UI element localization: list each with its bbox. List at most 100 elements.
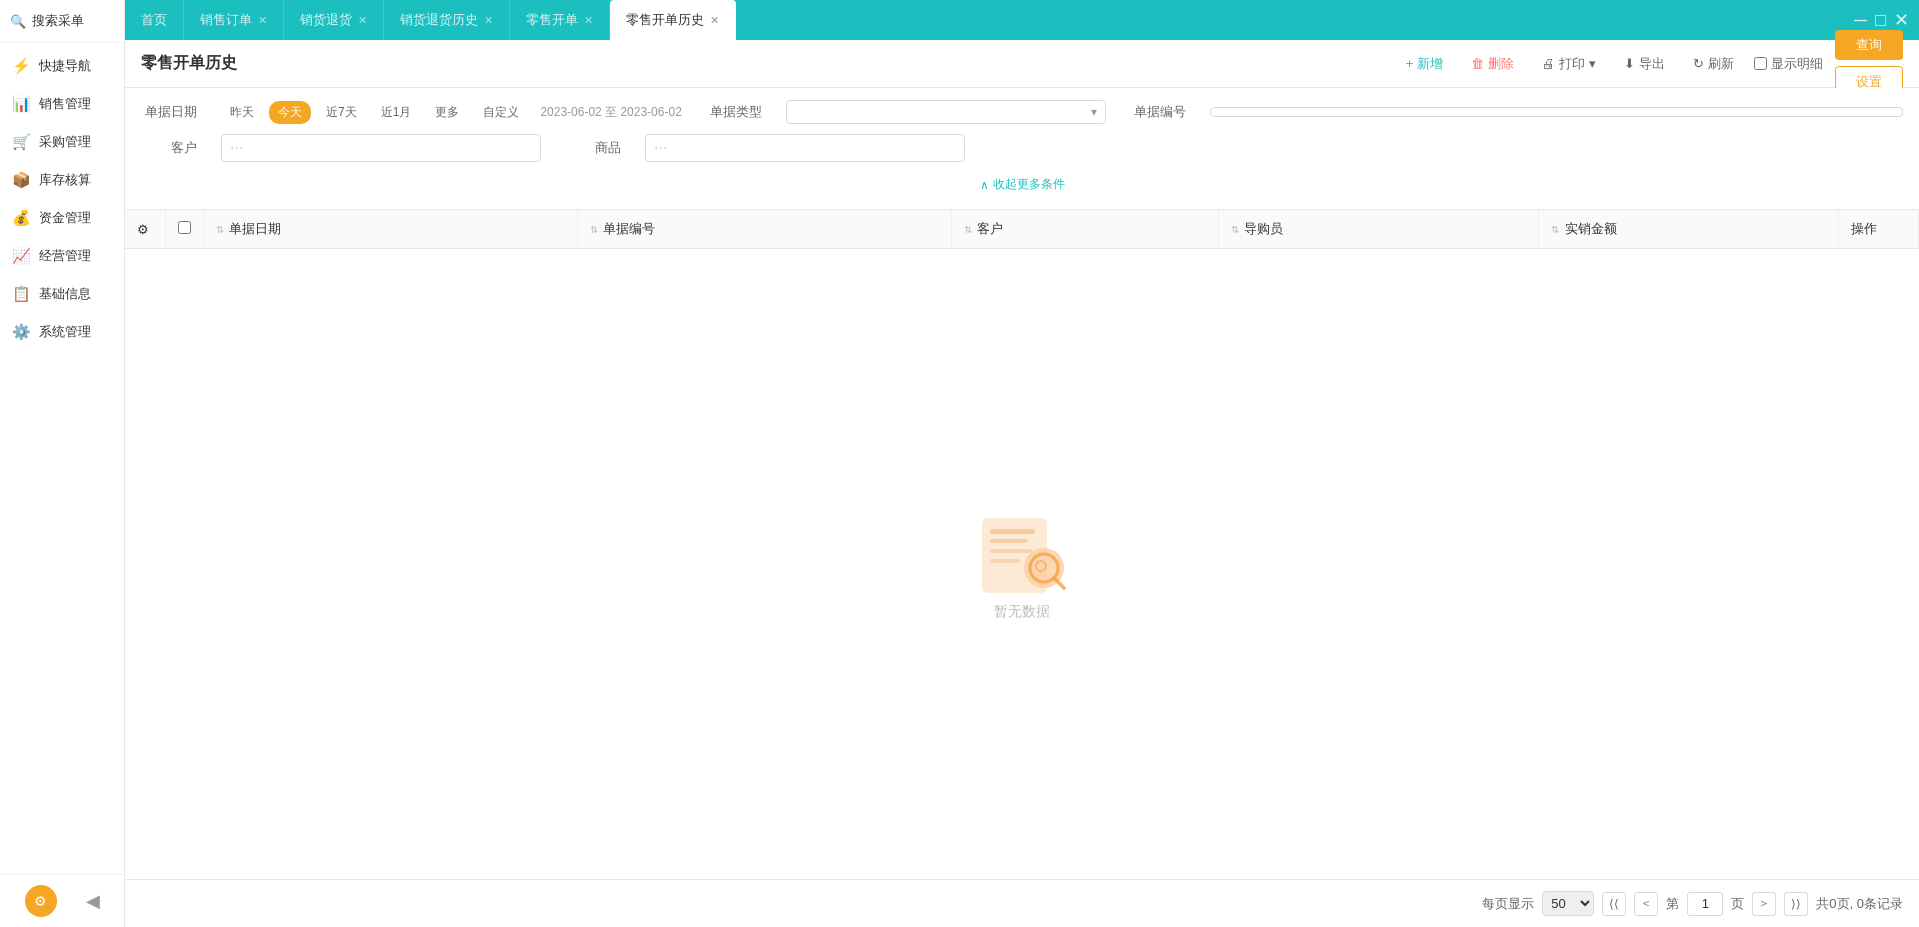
print-chevron-icon: ▾	[1589, 56, 1596, 71]
print-button-label: 打印	[1559, 55, 1585, 73]
empty-text: 暂无数据	[994, 603, 1050, 621]
prev-page-button[interactable]: ＜	[1634, 892, 1658, 916]
delete-icon: 🗑	[1471, 56, 1484, 71]
tab-sales-order-close[interactable]: ✕	[258, 14, 267, 27]
date-btn-7days[interactable]: 近7天	[317, 101, 366, 124]
tab-retail-open-history-close[interactable]: ✕	[710, 14, 719, 27]
per-page-select[interactable]: 50 100 200	[1542, 891, 1594, 916]
date-btn-1month[interactable]: 近1月	[372, 101, 421, 124]
query-button[interactable]: 查询	[1835, 30, 1903, 60]
th-amount[interactable]: ⇅ 实销金额	[1539, 210, 1839, 249]
main-content: 首页 销售订单 ✕ 销货退货 ✕ 销货退货历史 ✕ 零售开单 ✕ 零售开单历史 …	[125, 0, 1919, 927]
th-check[interactable]	[165, 210, 203, 249]
sales-icon: 📊	[12, 95, 31, 113]
tab-sales-return-close[interactable]: ✕	[358, 14, 367, 27]
doc-no-input[interactable]	[1210, 107, 1903, 117]
sidebar: 🔍 搜索采单 ⚡ 快捷导航 📊 销售管理 🛒 采购管理 📦 库存核算 💰 资金管…	[0, 0, 125, 927]
tabbar-window-controls: ─ □ ✕	[1854, 9, 1919, 31]
tab-retail-open-close[interactable]: ✕	[584, 14, 593, 27]
date-btn-more[interactable]: 更多	[426, 101, 468, 124]
system-icon: ⚙️	[12, 323, 31, 341]
tab-sales-return-history[interactable]: 销货退货历史 ✕	[384, 0, 510, 40]
delete-button[interactable]: 🗑 删除	[1463, 51, 1522, 77]
tab-sales-return-label: 销货退货	[300, 11, 352, 29]
empty-illustration	[962, 503, 1082, 603]
doc-no-label: 单据编号	[1130, 103, 1186, 121]
sidebar-item-label: 基础信息	[39, 285, 91, 303]
th-amount-label: 实销金额	[1565, 221, 1617, 236]
sort-amount-icon: ⇅	[1551, 224, 1559, 235]
sidebar-item-label: 采购管理	[39, 133, 91, 151]
tab-retail-open-history[interactable]: 零售开单历史 ✕	[610, 0, 736, 40]
th-config[interactable]: ⚙	[125, 210, 165, 249]
sidebar-item-purchase-mgmt[interactable]: 🛒 采购管理	[0, 123, 124, 161]
select-all-checkbox[interactable]	[178, 221, 191, 234]
date-btn-custom[interactable]: 自定义	[474, 101, 528, 124]
sidebar-item-sales-mgmt[interactable]: 📊 销售管理	[0, 85, 124, 123]
goods-input[interactable]: ···	[645, 134, 965, 162]
per-page-label: 每页显示	[1482, 895, 1534, 913]
add-button[interactable]: + 新增	[1398, 51, 1451, 77]
quick-nav-icon: ⚡	[12, 57, 31, 75]
th-no[interactable]: ⇅ 单据编号	[577, 210, 951, 249]
tab-sales-return[interactable]: 销货退货 ✕	[284, 0, 384, 40]
page-number-input[interactable]: 1	[1687, 892, 1723, 916]
sidebar-item-inventory[interactable]: 📦 库存核算	[0, 161, 124, 199]
th-date[interactable]: ⇅ 单据日期	[203, 210, 577, 249]
th-guide-label: 导购员	[1244, 221, 1283, 236]
sidebar-item-finance[interactable]: 💰 资金管理	[0, 199, 124, 237]
th-customer-label: 客户	[977, 221, 1003, 236]
tab-sales-return-history-close[interactable]: ✕	[484, 14, 493, 27]
date-btn-yesterday[interactable]: 昨天	[221, 101, 263, 124]
svg-rect-2	[990, 539, 1028, 543]
chevron-up-icon: ∧	[980, 178, 989, 192]
filter-row-1: 单据日期 昨天 今天 近7天 近1月 更多 自定义 2023-06-02 至 2…	[141, 100, 1903, 124]
date-btn-today[interactable]: 今天	[269, 101, 311, 124]
display-detail-toggle[interactable]: 显示明细	[1754, 55, 1823, 73]
page-suffix: 页	[1731, 895, 1744, 913]
tab-home[interactable]: 首页	[125, 0, 184, 40]
customer-dots: ···	[230, 139, 243, 157]
settings-button[interactable]: ⚙	[25, 885, 57, 917]
sidebar-item-label: 库存核算	[39, 171, 91, 189]
svg-rect-1	[990, 529, 1035, 534]
refresh-button[interactable]: ↻ 刷新	[1685, 51, 1742, 77]
next-page-button[interactable]: ＞	[1752, 892, 1776, 916]
maximize-button[interactable]: □	[1875, 10, 1886, 31]
display-detail-checkbox[interactable]	[1754, 57, 1767, 70]
sort-guide-icon: ⇅	[1231, 224, 1239, 235]
sidebar-item-quick-nav[interactable]: ⚡ 快捷导航	[0, 47, 124, 85]
config-icon[interactable]: ⚙	[137, 222, 149, 237]
date-range-display: 2023-06-02 至 2023-06-02	[540, 104, 681, 121]
doc-type-select[interactable]: ▾	[786, 100, 1106, 124]
collapse-more-button[interactable]: ∧ 收起更多条件	[141, 172, 1903, 197]
goods-dots: ···	[654, 139, 667, 157]
sidebar-search-label: 搜索采单	[32, 12, 84, 30]
sidebar-search[interactable]: 🔍 搜索采单	[0, 0, 124, 43]
search-icon: 🔍	[10, 14, 26, 29]
tab-sales-order-label: 销售订单	[200, 11, 252, 29]
page-label: 第	[1666, 895, 1679, 913]
sort-date-icon: ⇅	[216, 224, 224, 235]
minimize-button[interactable]: ─	[1854, 10, 1867, 31]
sidebar-item-basic-info[interactable]: 📋 基础信息	[0, 275, 124, 313]
customer-input[interactable]: ···	[221, 134, 541, 162]
inventory-icon: 📦	[12, 171, 31, 189]
first-page-button[interactable]: ⟨⟨	[1602, 892, 1626, 916]
operations-icon: 📈	[12, 247, 31, 265]
th-guide[interactable]: ⇅ 导购员	[1218, 210, 1538, 249]
collapse-sidebar-button[interactable]: ◀	[86, 890, 100, 912]
purchase-icon: 🛒	[12, 133, 31, 151]
export-button-label: 导出	[1639, 55, 1665, 73]
th-no-label: 单据编号	[603, 221, 655, 236]
last-page-button[interactable]: ⟩⟩	[1784, 892, 1808, 916]
close-window-button[interactable]: ✕	[1894, 9, 1909, 31]
finance-icon: 💰	[12, 209, 31, 227]
export-button[interactable]: ⬇ 导出	[1616, 51, 1673, 77]
print-button[interactable]: 🖨 打印 ▾	[1534, 51, 1604, 77]
tab-retail-open[interactable]: 零售开单 ✕	[510, 0, 610, 40]
sidebar-item-system[interactable]: ⚙️ 系统管理	[0, 313, 124, 351]
tab-sales-order[interactable]: 销售订单 ✕	[184, 0, 284, 40]
sidebar-item-operations[interactable]: 📈 经营管理	[0, 237, 124, 275]
th-customer[interactable]: ⇅ 客户	[951, 210, 1218, 249]
